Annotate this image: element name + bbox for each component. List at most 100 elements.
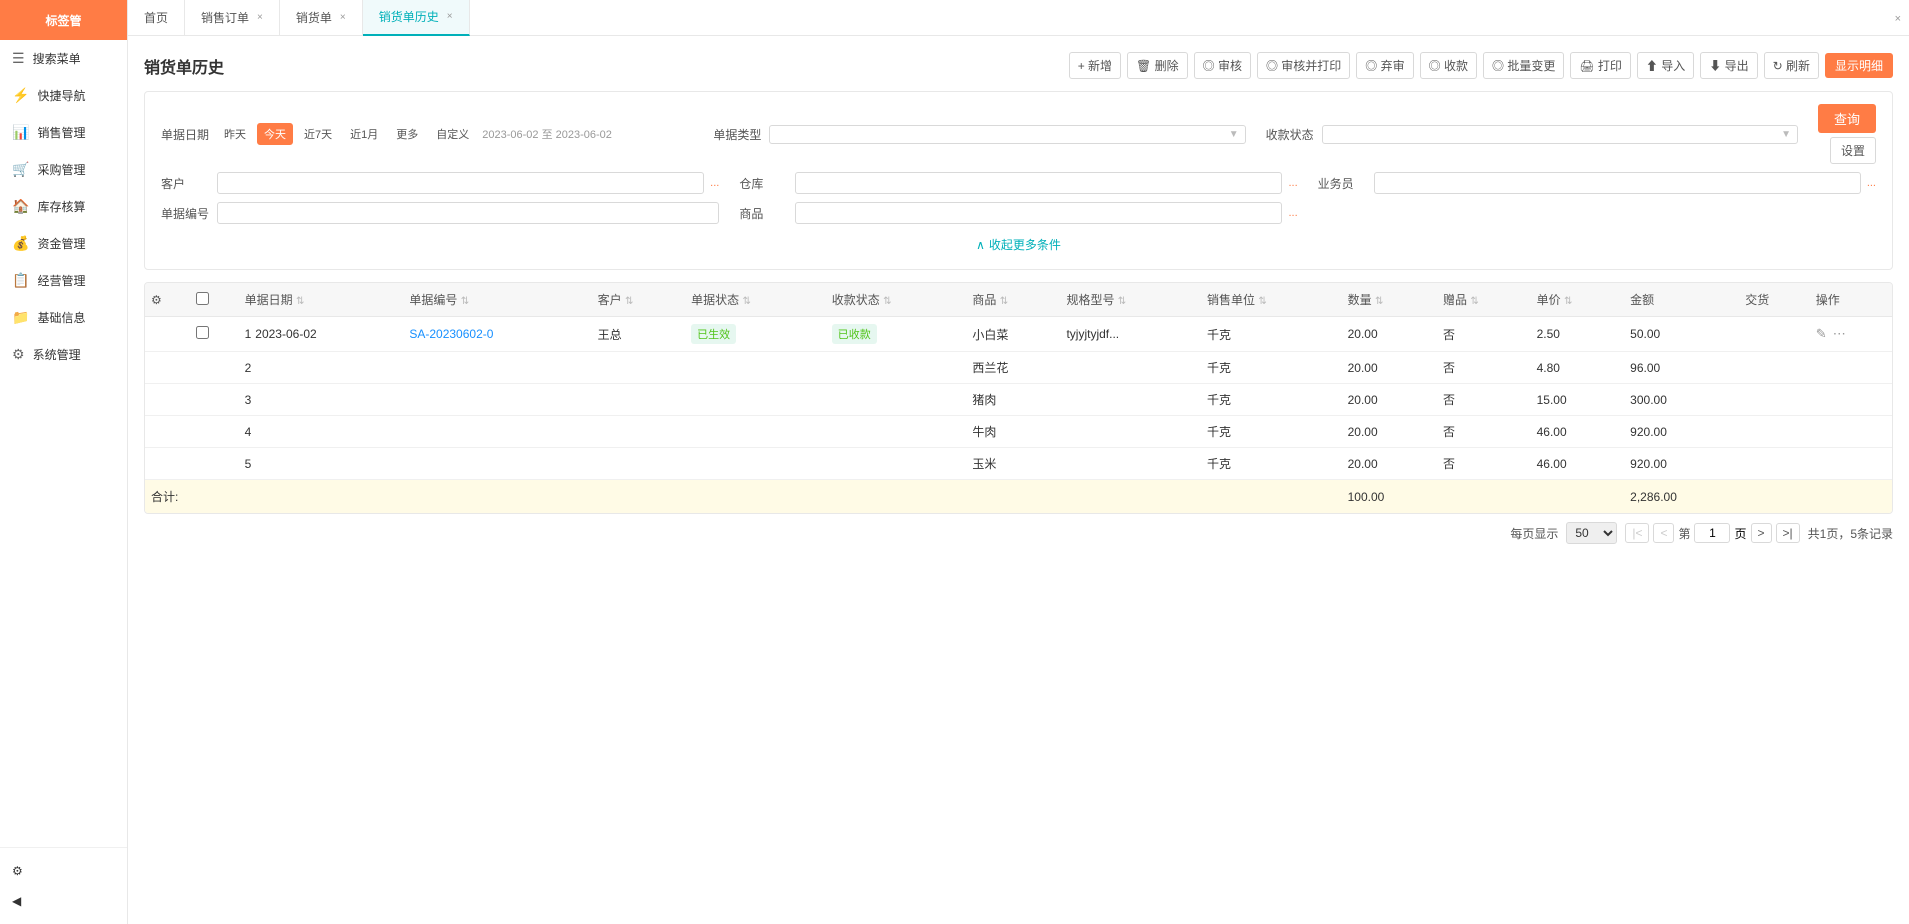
sort-doc-status-icon[interactable]: ⇅ <box>743 296 751 307</box>
more-icon[interactable]: ⋯ <box>1833 326 1846 342</box>
refresh-button[interactable]: ↻ 刷新 <box>1764 52 1819 79</box>
new-button[interactable]: + 新增 <box>1069 52 1121 79</box>
date-btn-today[interactable]: 今天 <box>257 123 293 145</box>
sidebar-item-inventory[interactable]: 🏠 库存核算 <box>0 188 127 225</box>
cell-row-num: 12023-06-02 <box>239 317 404 352</box>
summary-row: 合计: 100.00 2,286.00 <box>145 480 1892 514</box>
customer-label: 客户 <box>161 175 211 192</box>
customer-ellipsis-btn[interactable]: ... <box>710 177 719 189</box>
goods-input[interactable] <box>795 202 1282 224</box>
staff-input[interactable] <box>1374 172 1861 194</box>
cell-row-num: 4 <box>239 416 404 448</box>
cell-gift: 否 <box>1437 448 1531 480</box>
sort-quantity-icon[interactable]: ⇅ <box>1375 296 1383 307</box>
select-all-checkbox[interactable] <box>196 292 209 305</box>
date-btn-7days[interactable]: 近7天 <box>297 123 339 145</box>
customer-input[interactable] <box>217 172 704 194</box>
sort-sales-unit-icon[interactable]: ⇅ <box>1258 296 1266 307</box>
fund-mgmt-icon: 💰 <box>12 235 29 252</box>
cell-sales-unit: 千克 <box>1201 416 1342 448</box>
date-btn-custom[interactable]: 自定义 <box>429 123 476 145</box>
table-header-row: ⚙ 单据日期 ⇅ 单据编号 ⇅ <box>145 283 1892 317</box>
sort-gift-icon[interactable]: ⇅ <box>1470 296 1478 307</box>
goods-ellipsis-btn[interactable]: ... <box>1288 207 1297 219</box>
sidebar-item-fund-mgmt[interactable]: 💰 资金管理 <box>0 225 127 262</box>
sort-collect-status-icon[interactable]: ⇅ <box>883 296 891 307</box>
doc-no-label: 单据编号 <box>161 205 211 222</box>
doc-no-input[interactable] <box>217 202 719 224</box>
tab-close-sales-order[interactable]: × <box>257 12 263 23</box>
audit-print-button[interactable]: ◎ 审核并打印 <box>1257 52 1350 79</box>
row-checkbox[interactable] <box>196 326 209 339</box>
date-filter-group: 单据日期 昨天 今天 近7天 近1月 更多 自定义 2023-06-02 至 2… <box>161 123 693 145</box>
col-collect-status: 收款状态 ⇅ <box>826 283 967 317</box>
warehouse-ellipsis-btn[interactable]: ... <box>1288 177 1297 189</box>
tab-home[interactable]: 首页 <box>128 0 185 36</box>
table-settings-icon[interactable]: ⚙ <box>151 293 162 307</box>
search-menu-icon: ☰ <box>12 50 25 67</box>
set-button[interactable]: 设置 <box>1830 137 1876 164</box>
page-input[interactable] <box>1694 523 1730 543</box>
audit-button[interactable]: ◎ 审核 <box>1194 52 1251 79</box>
per-page-label: 每页显示 <box>1510 525 1558 542</box>
sort-goods-icon[interactable]: ⇅ <box>1000 296 1008 307</box>
cell-amount: 300.00 <box>1624 384 1739 416</box>
sidebar-item-label: 快捷导航 <box>37 87 85 104</box>
sort-doc-no-icon[interactable]: ⇅ <box>461 296 469 307</box>
last-page-btn[interactable]: >| <box>1776 523 1800 543</box>
collect-status-select[interactable]: ▼ <box>1322 125 1798 144</box>
abandon-button[interactable]: ◎ 弃审 <box>1356 52 1413 79</box>
prev-page-btn[interactable]: < <box>1653 523 1674 543</box>
cell-spec <box>1060 448 1201 480</box>
query-button[interactable]: 查询 <box>1818 104 1876 133</box>
cell-sales-unit: 千克 <box>1201 448 1342 480</box>
tab-close-sales-history[interactable]: × <box>447 11 453 22</box>
sort-spec-icon[interactable]: ⇅ <box>1118 296 1126 307</box>
tab-sales-order[interactable]: 销售订单 × <box>185 0 280 36</box>
next-page-btn[interactable]: > <box>1751 523 1772 543</box>
export-button[interactable]: ⬇ 导出 <box>1700 52 1757 79</box>
filter-row-1: 单据日期 昨天 今天 近7天 近1月 更多 自定义 2023-06-02 至 2… <box>161 104 1876 164</box>
tab-sales-goods[interactable]: 销货单 × <box>280 0 363 36</box>
date-btn-more[interactable]: 更多 <box>389 123 425 145</box>
show-detail-button[interactable]: 显示明细 <box>1825 53 1893 78</box>
sidebar-item-purchase-mgmt[interactable]: 🛒 采购管理 <box>0 151 127 188</box>
sidebar-bottom: ⚙ ◀ <box>0 847 127 924</box>
warehouse-input[interactable] <box>795 172 1282 194</box>
print-button[interactable]: 🖨 打印 <box>1570 52 1631 79</box>
cell-doc-no <box>403 384 591 416</box>
collect-button[interactable]: ◎ 收款 <box>1420 52 1477 79</box>
sidebar-item-sys-mgmt[interactable]: ⚙ 系统管理 <box>0 336 127 373</box>
sidebar-item-basic-info[interactable]: 📁 基础信息 <box>0 299 127 336</box>
cell-sales-unit: 千克 <box>1201 384 1342 416</box>
sort-customer-icon[interactable]: ⇅ <box>625 296 633 307</box>
sidebar-item-operation-mgmt[interactable]: 📋 经营管理 <box>0 262 127 299</box>
sidebar-item-quick-nav[interactable]: ⚡ 快捷导航 <box>0 77 127 114</box>
tab-sales-history[interactable]: 销货单历史 × <box>363 0 470 36</box>
batch-change-button[interactable]: ◎ 批量变更 <box>1483 52 1564 79</box>
col-settings[interactable]: ⚙ <box>145 283 190 317</box>
page-inner: 销货单历史 + 新增 🗑 删除 ◎ 审核 ◎ 审核并打印 ◎ 弃审 ◎ 收款 ◎… <box>128 36 1909 924</box>
sidebar-settings-btn[interactable]: ⚙ <box>0 856 127 886</box>
sidebar-collapse-btn[interactable]: ◀ <box>0 886 127 916</box>
delete-button[interactable]: 🗑 删除 <box>1127 52 1188 79</box>
date-btn-yesterday[interactable]: 昨天 <box>217 123 253 145</box>
edit-icon[interactable]: ✎ <box>1816 326 1827 342</box>
sort-doc-date-icon[interactable]: ⇅ <box>296 296 304 307</box>
first-page-btn[interactable]: |< <box>1625 523 1649 543</box>
sidebar-item-label: 采购管理 <box>37 161 85 178</box>
close-all-tabs-btn[interactable]: × <box>1895 13 1901 25</box>
sidebar-item-search-menu[interactable]: ☰ 搜索菜单 <box>0 40 127 77</box>
doc-no-link[interactable]: SA-20230602-0 <box>409 327 493 341</box>
collapse-filter-btn[interactable]: ∧ 收起更多条件 <box>161 232 1876 257</box>
tab-close-sales-goods[interactable]: × <box>340 12 346 23</box>
doc-type-select[interactable]: ▼ <box>769 125 1245 144</box>
sidebar-item-sales-mgmt[interactable]: 📊 销售管理 <box>0 114 127 151</box>
per-page-select[interactable]: 50 10 20 100 <box>1566 522 1617 544</box>
cell-collect-status <box>826 352 967 384</box>
date-btn-1month[interactable]: 近1月 <box>343 123 385 145</box>
import-button[interactable]: ⬆ 导入 <box>1637 52 1694 79</box>
cell-customer <box>592 352 686 384</box>
staff-ellipsis-btn[interactable]: ... <box>1867 177 1876 189</box>
sort-unit-price-icon[interactable]: ⇅ <box>1564 296 1572 307</box>
